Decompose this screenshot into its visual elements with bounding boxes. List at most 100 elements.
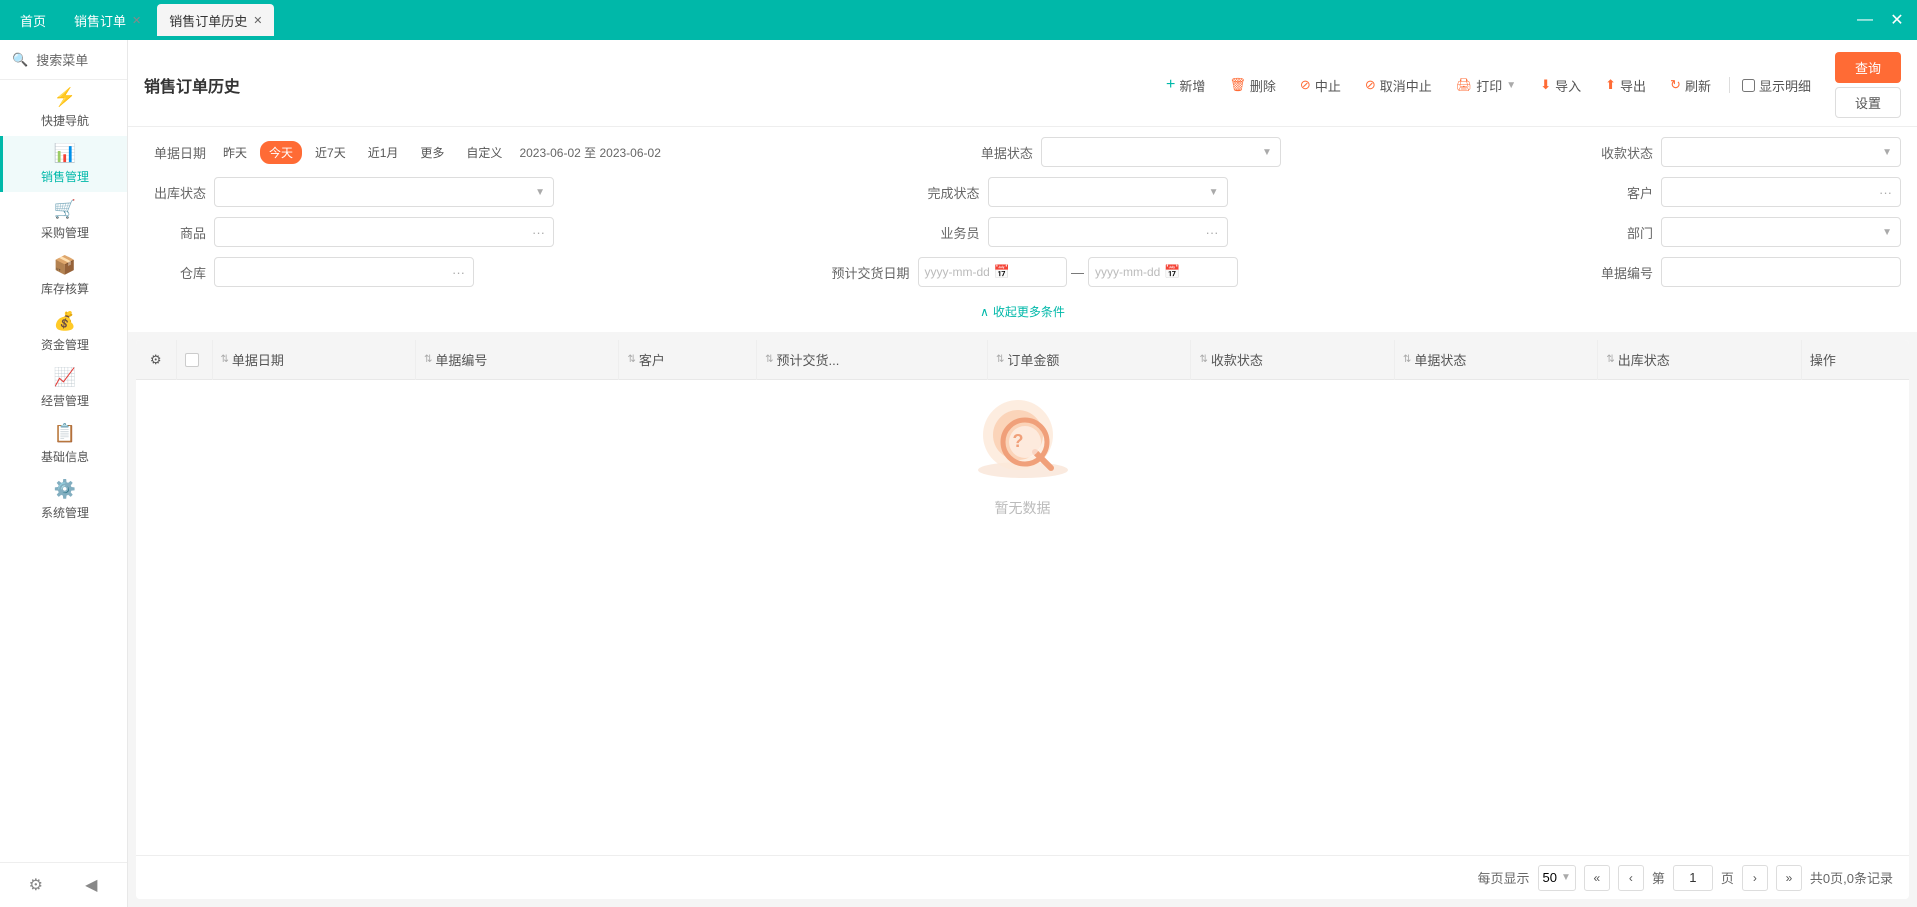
- salesperson-input[interactable]: ···: [988, 217, 1228, 247]
- page-size-value: 50: [1543, 870, 1557, 885]
- svg-text:?: ?: [1012, 431, 1023, 451]
- new-button[interactable]: + 新增: [1160, 72, 1211, 99]
- expected-date-from[interactable]: yyyy-mm-dd 📅: [918, 257, 1068, 287]
- sidebar-item-operations[interactable]: 📈 经营管理: [0, 360, 127, 416]
- sidebar-item-quick-nav[interactable]: ⚡ 快捷导航: [0, 80, 127, 136]
- inventory-label: 库存核算: [41, 280, 89, 297]
- tab-sales-order[interactable]: 销售订单 ✕: [62, 4, 153, 36]
- delete-icon: 🗑: [1229, 77, 1246, 93]
- sidebar-item-basic-info[interactable]: 📋 基础信息: [0, 416, 127, 472]
- th-expected-date[interactable]: ⇅ 预计交货...: [757, 340, 988, 380]
- print-label: 打印: [1476, 76, 1502, 95]
- date-tab-yesterday[interactable]: 昨天: [214, 141, 256, 164]
- doc-number-input[interactable]: [1661, 257, 1901, 287]
- collapse-button[interactable]: ∧ 收起更多条件: [980, 303, 1065, 320]
- tab-sales-order-history-close[interactable]: ✕: [253, 14, 262, 27]
- th-customer[interactable]: ⇅ 客户: [619, 340, 757, 380]
- receipt-status-select[interactable]: ▼: [1661, 137, 1901, 167]
- close-window-button[interactable]: ✕: [1885, 8, 1909, 32]
- import-button[interactable]: ⬇ 导入: [1534, 72, 1587, 99]
- data-table: ⚙ ⇅ 单据日期: [136, 340, 1909, 380]
- complete-status-select[interactable]: ▼: [988, 177, 1228, 207]
- toolbar: + 新增 🗑 删除 ⊘ 中止 ⊘ 取消中止 🖨 打印: [1160, 52, 1901, 118]
- empty-text: 暂无数据: [995, 498, 1051, 518]
- header-checkbox[interactable]: [185, 353, 199, 367]
- stop-icon: ⊘: [1300, 77, 1311, 93]
- complete-status-arrow: ▼: [1209, 187, 1219, 198]
- sidebar-item-sys-mgmt[interactable]: ⚙️ 系统管理: [0, 472, 127, 528]
- customer-label: 客户: [1591, 183, 1661, 202]
- tab-sales-order-close[interactable]: ✕: [132, 14, 141, 27]
- sidebar-item-search-menu[interactable]: 🔍 搜索菜单: [0, 40, 127, 80]
- date-tab-7days[interactable]: 近7天: [306, 141, 355, 164]
- query-button[interactable]: 查询: [1835, 52, 1901, 83]
- tab-home[interactable]: 首页: [8, 4, 58, 36]
- operations-label: 经营管理: [41, 392, 89, 409]
- sort-order-amount-icon: ⇅: [996, 354, 1004, 365]
- th-doc-date[interactable]: ⇅ 单据日期: [212, 340, 415, 380]
- date-tab-custom[interactable]: 自定义: [457, 141, 511, 164]
- warehouse-ellipsis: ···: [452, 265, 465, 280]
- th-order-amount[interactable]: ⇅ 订单金额: [987, 340, 1190, 380]
- th-outbound-status[interactable]: ⇅ 出库状态: [1598, 340, 1801, 380]
- import-label: 导入: [1555, 76, 1581, 95]
- doc-date-label: 单据日期: [144, 143, 214, 162]
- sidebar-collapse-icon[interactable]: ◀: [77, 871, 105, 899]
- goods-ellipsis: ···: [532, 225, 545, 240]
- display-detail-checkbox[interactable]: [1742, 79, 1755, 92]
- expected-date-to[interactable]: yyyy-mm-dd 📅: [1088, 257, 1238, 287]
- total-info: 共0页,0条记录: [1810, 868, 1893, 887]
- th-doc-number[interactable]: ⇅ 单据编号: [415, 340, 618, 380]
- page-number-input[interactable]: 1: [1673, 865, 1713, 891]
- th-customer-label: 客户: [639, 350, 665, 369]
- th-doc-status[interactable]: ⇅ 单据状态: [1394, 340, 1597, 380]
- last-page-button[interactable]: »: [1776, 865, 1802, 891]
- display-detail-check[interactable]: 显示明细: [1742, 76, 1811, 95]
- table-wrapper[interactable]: ⚙ ⇅ 单据日期: [136, 340, 1909, 855]
- sort-receipt-status-icon: ⇅: [1199, 354, 1207, 365]
- goods-label: 商品: [144, 223, 214, 242]
- delete-button[interactable]: 🗑 删除: [1223, 72, 1282, 99]
- export-button[interactable]: ⬆ 导出: [1599, 72, 1652, 99]
- page-size-arrow: ▼: [1561, 872, 1571, 883]
- date-tab-1month[interactable]: 近1月: [359, 141, 408, 164]
- receipt-status-label: 收款状态: [1591, 143, 1661, 162]
- prev-page-button[interactable]: ‹: [1618, 865, 1644, 891]
- doc-status-select[interactable]: ▼: [1041, 137, 1281, 167]
- sidebar-item-sales-mgmt[interactable]: 📊 销售管理: [0, 136, 127, 192]
- page-prefix-label: 第: [1652, 868, 1665, 887]
- refresh-button[interactable]: ↻ 刷新: [1664, 72, 1717, 99]
- refresh-icon: ↻: [1670, 77, 1681, 93]
- chevron-up-icon: ∧: [980, 305, 989, 319]
- settings-button[interactable]: 设置: [1835, 87, 1901, 118]
- operations-icon: 📈: [54, 367, 76, 388]
- tab-sales-order-history[interactable]: 销售订单历史 ✕: [157, 4, 274, 36]
- page-size-select[interactable]: 50 ▼: [1538, 865, 1576, 891]
- goods-input[interactable]: ···: [214, 217, 554, 247]
- print-button[interactable]: 🖨 打印 ▼: [1450, 72, 1522, 99]
- outbound-status-select[interactable]: ▼: [214, 177, 554, 207]
- sidebar-settings-icon[interactable]: ⚙: [22, 871, 50, 899]
- cancel-stop-button[interactable]: ⊘ 取消中止: [1359, 72, 1438, 99]
- next-page-button[interactable]: ›: [1742, 865, 1768, 891]
- date-tab-today[interactable]: 今天: [260, 141, 302, 164]
- date-tab-more[interactable]: 更多: [411, 141, 453, 164]
- sidebar-item-inventory[interactable]: 📦 库存核算: [0, 248, 127, 304]
- minimize-button[interactable]: —: [1853, 8, 1877, 32]
- sidebar-item-finance[interactable]: 💰 资金管理: [0, 304, 127, 360]
- th-receipt-status[interactable]: ⇅ 收款状态: [1191, 340, 1394, 380]
- first-page-button[interactable]: «: [1584, 865, 1610, 891]
- next-page-icon: ›: [1753, 871, 1757, 885]
- th-settings[interactable]: ⚙: [136, 340, 176, 380]
- tab-sales-order-history-label: 销售订单历史: [169, 11, 247, 30]
- customer-input[interactable]: ···: [1661, 177, 1901, 207]
- th-check[interactable]: [176, 340, 212, 380]
- department-select[interactable]: ▼: [1661, 217, 1901, 247]
- warehouse-input[interactable]: ···: [214, 257, 474, 287]
- stop-button[interactable]: ⊘ 中止: [1294, 72, 1347, 99]
- collapse-row: ∧ 收起更多条件: [144, 293, 1901, 322]
- expected-date-to-placeholder: yyyy-mm-dd: [1095, 265, 1160, 279]
- table-area: ⚙ ⇅ 单据日期: [136, 340, 1909, 899]
- sidebar-item-purchase-mgmt[interactable]: 🛒 采购管理: [0, 192, 127, 248]
- search-menu-label: 搜索菜单: [36, 50, 88, 69]
